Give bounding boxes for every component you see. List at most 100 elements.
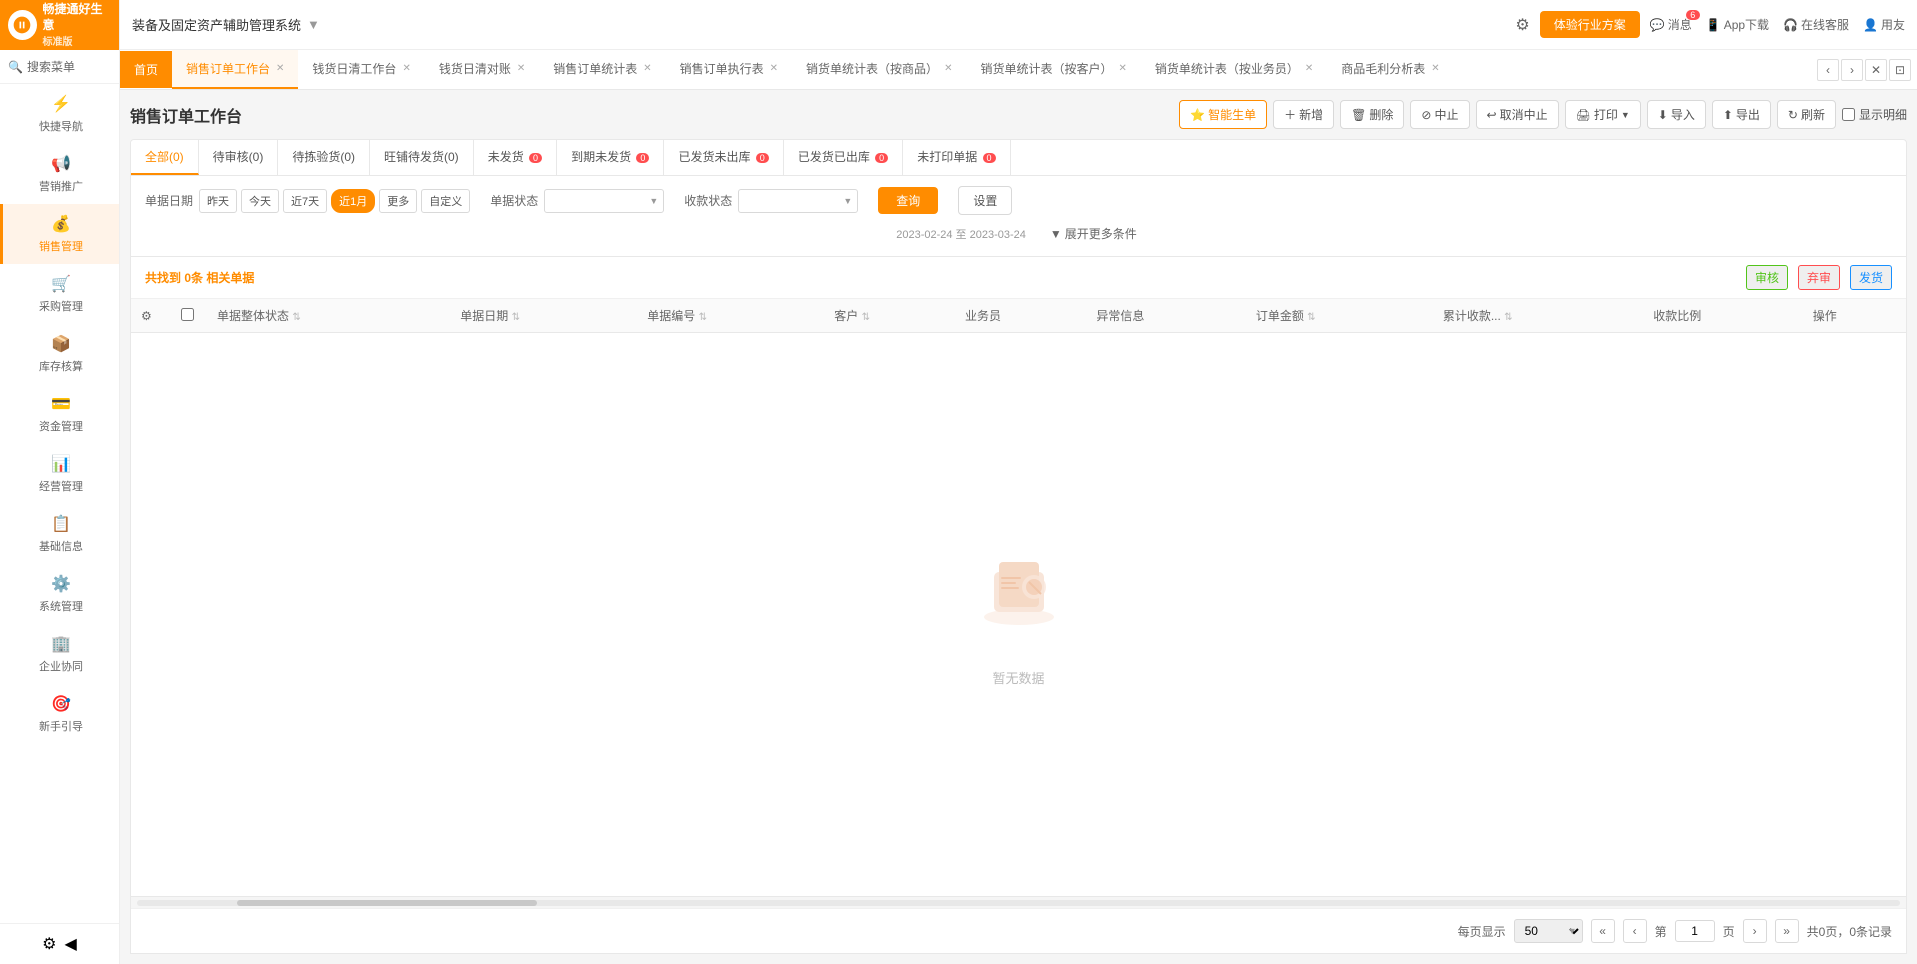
sidebar-item-finance[interactable]: 💳 资金管理 [0,384,119,444]
search-menu-item[interactable]: 🔍 搜索菜单 [0,50,119,84]
settings-button[interactable]: 设置 [958,186,1012,215]
topbar-dropdown-icon[interactable]: ▼ [307,17,320,32]
tab-sales-sum-product[interactable]: 销货单统计表（按商品） ✕ [792,50,966,89]
ship-button[interactable]: 发货 [1850,265,1892,290]
date-yesterday-btn[interactable]: 昨天 [199,189,237,213]
select-all-checkbox[interactable] [181,308,194,321]
sidebar-item-operation[interactable]: 📊 经营管理 [0,444,119,504]
filter-tab-shipped-not-out[interactable]: 已发货未出库 0 [664,140,783,175]
tab-sales-order-workspace[interactable]: 销售订单工作台 ✕ [172,50,298,89]
tab-home[interactable]: 首页 [120,51,172,88]
date-1month-btn[interactable]: 近1月 [331,189,375,213]
date-7days-btn[interactable]: 近7天 [283,189,327,213]
date-custom-btn[interactable]: 自定义 [421,189,470,213]
cancel-stop-button[interactable]: ↩ 取消中止 [1476,100,1559,129]
sidebar-item-guide[interactable]: 🎯 新手引导 [0,684,119,744]
export-button[interactable]: ⬆ 导出 [1712,100,1771,129]
filter-tab-shipped-out[interactable]: 已发货已出库 0 [784,140,903,175]
tab-goods-margin[interactable]: 商品毛利分析表 ✕ [1327,50,1453,89]
filter-tab-pending-inspect[interactable]: 待拣验货(0) [278,140,370,175]
tab-expand-button[interactable]: ⊡ [1889,59,1911,81]
date-today-btn[interactable]: 今天 [241,189,279,213]
tab-sales-exec[interactable]: 销售订单执行表 ✕ [666,50,792,89]
delete-button[interactable]: 🗑 删除 [1340,100,1404,129]
filter-tab-overdue-not-shipped[interactable]: 到期未发货 0 [557,140,664,175]
import-button[interactable]: ⬇ 导入 [1647,100,1706,129]
print-button[interactable]: 🖨 打印 ▼ [1565,100,1641,129]
app-download-item[interactable]: 📱 App下载 [1706,16,1769,33]
tab-cash-goods[interactable]: 钱货日清对账 ✕ [425,50,539,89]
payment-select[interactable] [738,189,858,213]
sidebar-label-finance: 资金管理 [39,418,83,434]
expand-search-button[interactable]: ▼ 展开更多条件 [1046,221,1141,246]
tab-scroll-right-button[interactable]: › [1841,59,1863,81]
show-detail-checkbox[interactable] [1842,108,1855,121]
page-last-button[interactable]: » [1775,919,1799,943]
date-more-btn[interactable]: 更多 [379,189,417,213]
sidebar-item-inventory[interactable]: 📦 库存核算 [0,324,119,384]
show-detail-label[interactable]: 显示明细 [1842,106,1907,123]
page-input[interactable]: 1 [1675,920,1715,942]
query-button[interactable]: 查询 [878,187,938,214]
collapse-icon[interactable]: ◀ [65,934,77,954]
col-collected[interactable]: 累计收款... [1433,299,1643,333]
sidebar-item-system[interactable]: ⚙️ 系统管理 [0,564,119,624]
count-value: 0条 [184,271,203,285]
settings-gear-icon[interactable]: ⚙ [1515,15,1529,35]
settings-icon[interactable]: ⚙ [42,934,56,954]
filter-tab-wangpu-ship[interactable]: 旺铺待发货(0) [370,140,474,175]
online-service-item[interactable]: 🎧 在线客服 [1783,16,1849,33]
col-status[interactable]: 单据整体状态 [207,299,450,333]
user-item[interactable]: 👤 用友 [1863,16,1905,33]
col-customer[interactable]: 客户 [824,299,955,333]
status-select[interactable] [544,189,664,213]
sidebar-item-sales[interactable]: 💰 销售管理 [0,204,119,264]
smart-order-button[interactable]: ⭐ 智能生单 [1179,100,1267,129]
tab-close-sales-sum-product[interactable]: ✕ [944,63,952,74]
sidebar-item-marketing[interactable]: 📢 营销推广 [0,144,119,204]
tab-close-sales-sum-staff[interactable]: ✕ [1305,63,1313,74]
tab-sales-sum-customer[interactable]: 销货单统计表（按客户） ✕ [966,50,1140,89]
tab-close-goods-margin[interactable]: ✕ [1431,63,1439,74]
tab-close-sales-order-workspace[interactable]: ✕ [276,63,284,74]
sidebar-item-enterprise[interactable]: 🏢 企业协同 [0,624,119,684]
per-page-select-wrapper: 10 20 50 100 [1514,919,1583,943]
scrollbar-thumb[interactable] [237,900,537,906]
filter-tab-pending-review[interactable]: 待审核(0) [199,140,279,175]
add-button[interactable]: ＋ 新增 [1273,100,1334,129]
sidebar-item-purchase[interactable]: 🛒 采购管理 [0,264,119,324]
tab-close-cash-daily[interactable]: ✕ [402,63,410,74]
filter-tab-not-shipped-label: 未发货 [488,150,524,164]
col-amount[interactable]: 订单金额 [1246,299,1433,333]
industry-solution-button[interactable]: 体验行业方案 [1540,11,1640,38]
col-date[interactable]: 单据日期 [450,299,637,333]
audit-button[interactable]: 审核 [1746,265,1788,290]
tab-close-cash-goods[interactable]: ✕ [517,63,525,74]
guide-icon: 🎯 [51,694,71,714]
sidebar-item-basic[interactable]: 📋 基础信息 [0,504,119,564]
tab-close-all-button[interactable]: ✕ [1865,59,1887,81]
tab-close-sales-exec[interactable]: ✕ [770,63,778,74]
filter-tab-all[interactable]: 全部(0) [131,140,199,175]
page-first-button[interactable]: « [1591,919,1615,943]
col-settings-icon[interactable]: ⚙ [141,309,152,323]
filter-tab-not-shipped[interactable]: 未发货 0 [474,140,557,175]
messages-item[interactable]: 💬 消息 6 [1650,16,1692,33]
tab-sales-stat[interactable]: 销售订单统计表 ✕ [539,50,665,89]
tab-close-sales-sum-customer[interactable]: ✕ [1118,63,1126,74]
horizontal-scrollbar[interactable] [131,896,1906,908]
tab-cash-daily[interactable]: 钱货日清工作台 ✕ [298,50,424,89]
page-prev-button[interactable]: ‹ [1623,919,1647,943]
stop-button[interactable]: ⊘ 中止 [1410,100,1469,129]
per-page-select[interactable]: 10 20 50 100 [1514,919,1583,943]
tab-sales-sum-staff[interactable]: 销货单统计表（按业务员） ✕ [1141,50,1327,89]
col-number[interactable]: 单据编号 [637,299,824,333]
sidebar-item-quick-nav[interactable]: ⚡ 快捷导航 [0,84,119,144]
refresh-button[interactable]: ↻ 刷新 [1777,100,1836,129]
filter-tab-not-printed[interactable]: 未打印单据 0 [903,140,1010,175]
tab-scroll-left-button[interactable]: ‹ [1817,59,1839,81]
sidebar-label-operation: 经营管理 [39,478,83,494]
tab-close-sales-stat[interactable]: ✕ [643,63,651,74]
page-next-button[interactable]: › [1743,919,1767,943]
cancel-audit-button[interactable]: 弃审 [1798,265,1840,290]
